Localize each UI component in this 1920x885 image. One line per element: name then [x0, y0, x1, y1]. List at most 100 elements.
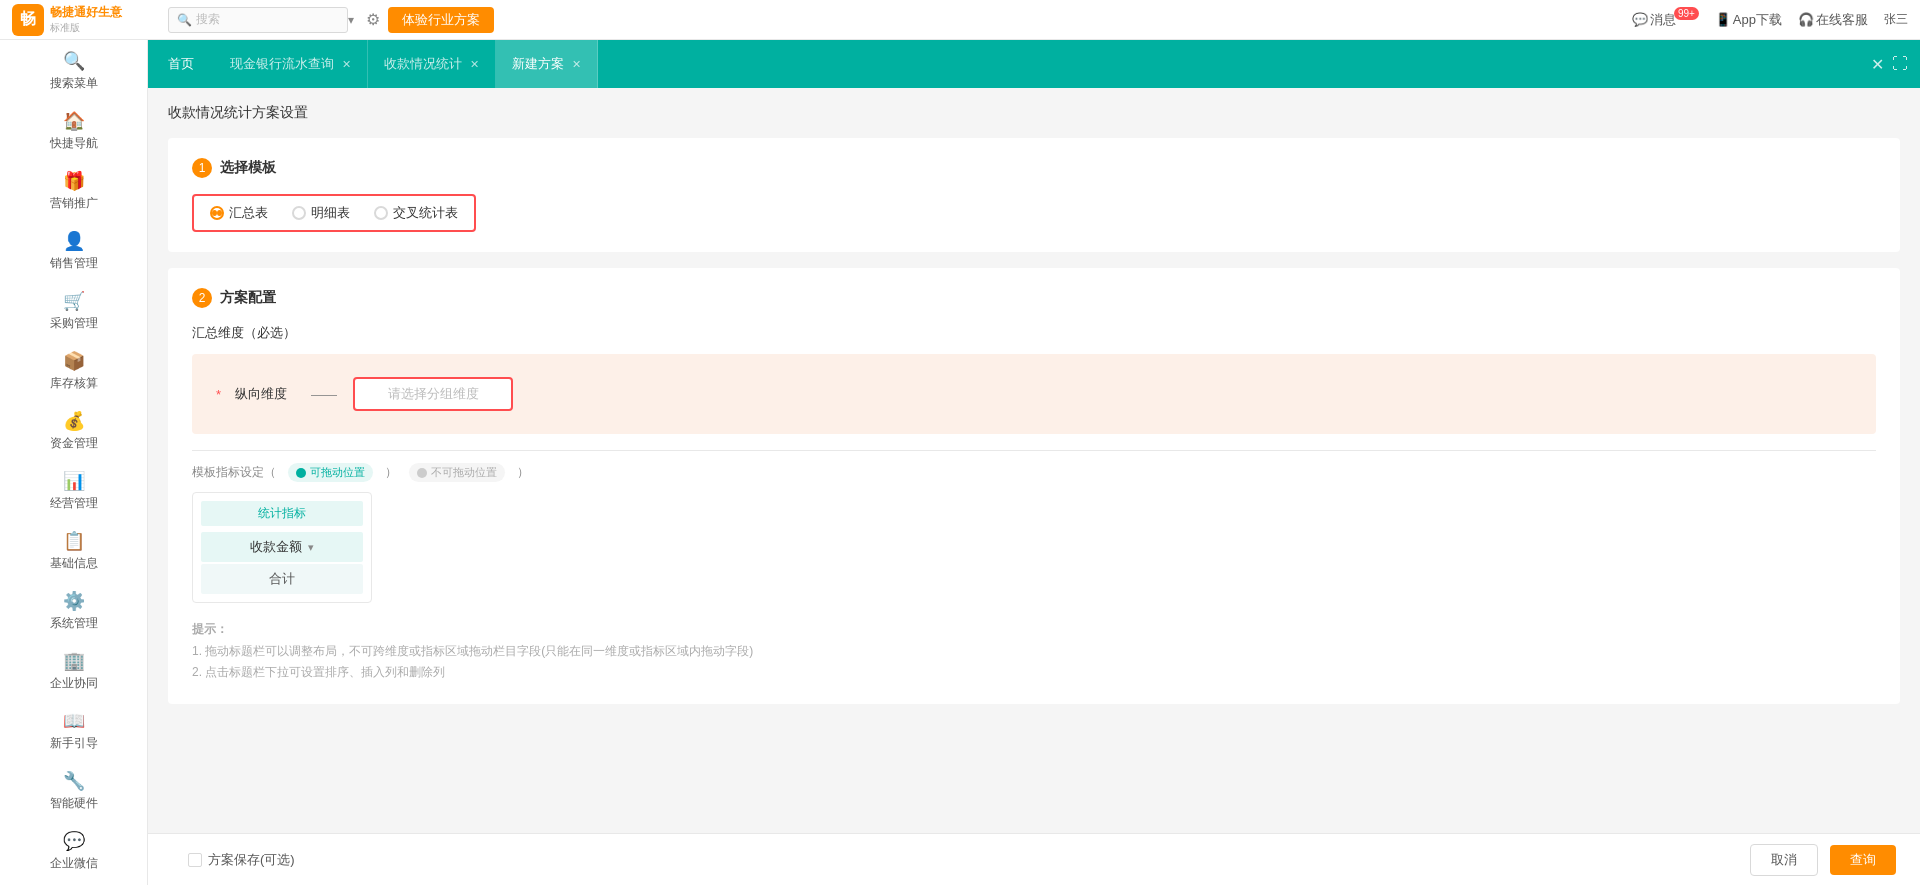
required-mark: *: [216, 387, 221, 402]
radio-circle-cross: [374, 206, 388, 220]
home-icon: 🏠: [63, 110, 85, 132]
sidebar-item-purchase[interactable]: 🛒 采购管理: [0, 280, 147, 340]
sidebar-label-hardware: 智能硬件: [50, 795, 98, 812]
sidebar-item-hardware[interactable]: 🔧 智能硬件: [0, 760, 147, 820]
download-link[interactable]: 📱 App下载: [1715, 11, 1782, 29]
sidebar-item-inventory[interactable]: 📦 库存核算: [0, 340, 147, 400]
download-icon: 📱: [1715, 12, 1731, 27]
dimension-row: * 纵向维度 —— 请选择分组维度: [216, 377, 513, 411]
metrics-area-title: 统计指标: [201, 501, 363, 526]
tab-close-icon[interactable]: ✕: [1871, 55, 1884, 74]
tips-section: 提示： 1. 拖动标题栏可以调整布局，不可跨维度或指标区域拖动栏目字段(只能在同…: [192, 619, 1876, 684]
summary-dim-title: 汇总维度（必选）: [192, 324, 1876, 342]
search-area: 🔍 搜索 ▾: [168, 7, 358, 33]
sidebar-label-sales: 销售管理: [50, 255, 98, 272]
page-title: 收款情况统计方案设置: [168, 104, 1900, 122]
template-select-box: 汇总表 明细表 交叉统计表: [192, 194, 476, 232]
tab-new-plan[interactable]: 新建方案 ✕: [496, 40, 598, 88]
operations-icon: 📊: [63, 470, 85, 492]
vertical-dim-label: 纵向维度: [235, 385, 287, 403]
sales-icon: 👤: [63, 230, 85, 252]
tab-new-plan-close[interactable]: ✕: [572, 58, 581, 71]
sidebar-item-guide[interactable]: 📖 新手引导: [0, 700, 147, 760]
step2-title: 方案配置: [220, 289, 276, 307]
inventory-icon: 📦: [63, 350, 85, 372]
sidebar-label-system: 系统管理: [50, 615, 98, 632]
tab-expand-icon[interactable]: ⛶: [1892, 55, 1908, 73]
gift-icon: 🎁: [63, 170, 85, 192]
main-content: 收款情况统计方案设置 1 选择模板: [148, 88, 1920, 833]
sidebar-item-search[interactable]: 🔍 搜索菜单: [0, 40, 147, 100]
tab-home[interactable]: 首页: [148, 40, 214, 88]
dimension-area: * 纵向维度 —— 请选择分组维度: [192, 354, 1876, 434]
sidebar-item-operations[interactable]: 📊 经营管理: [0, 460, 147, 520]
sidebar-label-inventory: 库存核算: [50, 375, 98, 392]
sidebar-label-purchase: 采购管理: [50, 315, 98, 332]
draggable-movable-tag: 可拖动位置: [288, 463, 373, 482]
metric-dropdown-icon[interactable]: ▾: [308, 541, 314, 554]
tab-cashflow-close[interactable]: ✕: [342, 58, 351, 71]
message-icon-area[interactable]: 💬 消息 99+: [1632, 11, 1699, 29]
tab-bar-right: ✕ ⛶: [1859, 40, 1920, 88]
search-dropdown[interactable]: ▾: [348, 13, 354, 27]
cancel-button[interactable]: 取消: [1750, 844, 1818, 876]
tab-cashflow[interactable]: 现金银行流水查询 ✕: [214, 40, 368, 88]
wechat-icon: 💬: [63, 830, 85, 852]
step1-card: 1 选择模板 汇总表: [168, 138, 1900, 252]
service-icon: 🎧: [1798, 12, 1814, 27]
tab-receipt-stat-close[interactable]: ✕: [470, 58, 479, 71]
sidebar-label-marketing: 营销推广: [50, 195, 98, 212]
arrow-right-icon: ——: [311, 387, 337, 402]
metric-item-amount[interactable]: 收款金额 ▾: [201, 532, 363, 562]
top-bar: 畅 畅捷通好生意 标准版 🔍 搜索 ▾ ⚙ 体验行业方案 💬 消息 99+ 📱: [0, 0, 1920, 40]
metric-item-total: 合计: [201, 564, 363, 594]
radio-cross[interactable]: 交叉统计表: [374, 204, 458, 222]
tab-receipt-stat[interactable]: 收款情况统计 ✕: [368, 40, 496, 88]
sidebar-item-wechat[interactable]: 💬 企业微信: [0, 820, 147, 880]
radio-summary[interactable]: 汇总表: [210, 204, 268, 222]
bottom-bar: 方案保存(可选) 取消 查询: [148, 833, 1920, 885]
sidebar-item-system[interactable]: ⚙️ 系统管理: [0, 580, 147, 640]
draggable-fixed-tag: 不可拖动位置: [409, 463, 505, 482]
logo-icon: 畅: [12, 4, 44, 36]
dimension-select-box[interactable]: 请选择分组维度: [353, 377, 513, 411]
logo-text: 畅捷通好生意 标准版: [50, 4, 122, 35]
enterprise-icon: 🏢: [63, 650, 85, 672]
gear-icon[interactable]: ⚙: [366, 10, 380, 29]
radio-circle-detail: [292, 206, 306, 220]
user-info[interactable]: 张三: [1884, 11, 1908, 28]
industry-btn[interactable]: 体验行业方案: [388, 7, 494, 33]
sidebar-item-quick-nav[interactable]: 🏠 快捷导航: [0, 100, 147, 160]
sidebar-item-enterprise[interactable]: 🏢 企业协同: [0, 640, 147, 700]
save-option: 方案保存(可选): [188, 851, 295, 869]
save-checkbox[interactable]: [188, 853, 202, 867]
sidebar-label-operations: 经营管理: [50, 495, 98, 512]
radio-circle-summary: [210, 206, 224, 220]
sidebar-item-member[interactable]: 👑 畅会员: [0, 880, 147, 885]
sidebar-label-quick-nav: 快捷导航: [50, 135, 98, 152]
purchase-icon: 🛒: [63, 290, 85, 312]
system-icon: ⚙️: [63, 590, 85, 612]
tip-item-2: 2. 点击标题栏下拉可设置排序、插入列和删除列: [192, 662, 1876, 684]
query-button[interactable]: 查询: [1830, 845, 1896, 875]
sidebar-item-basic-info[interactable]: 📋 基础信息: [0, 520, 147, 580]
radio-detail[interactable]: 明细表: [292, 204, 350, 222]
message-icon: 💬: [1632, 12, 1648, 27]
divider: [192, 450, 1876, 451]
step2-card: 2 方案配置 汇总维度（必选） * 纵向维度 ——: [168, 268, 1900, 704]
sidebar-item-sales[interactable]: 👤 销售管理: [0, 220, 147, 280]
guide-icon: 📖: [63, 710, 85, 732]
basic-info-icon: 📋: [63, 530, 85, 552]
metrics-config-header: 模板指标设定（ 可拖动位置 ） 不可拖动位置 ）: [192, 463, 1876, 482]
service-link[interactable]: 🎧 在线客服: [1798, 11, 1868, 29]
sidebar-item-marketing[interactable]: 🎁 营销推广: [0, 160, 147, 220]
sidebar-label-enterprise: 企业协同: [50, 675, 98, 692]
sidebar-label-wechat: 企业微信: [50, 855, 98, 872]
sidebar-label-search: 搜索菜单: [50, 75, 98, 92]
tip-item-1: 1. 拖动标题栏可以调整布局，不可跨维度或指标区域拖动栏目字段(只能在同一维度或…: [192, 641, 1876, 663]
step1-circle: 1: [192, 158, 212, 178]
sidebar-label-basic-info: 基础信息: [50, 555, 98, 572]
sidebar-item-finance[interactable]: 💰 资金管理: [0, 400, 147, 460]
search-display: 🔍 搜索: [168, 7, 348, 33]
hardware-icon: 🔧: [63, 770, 85, 792]
